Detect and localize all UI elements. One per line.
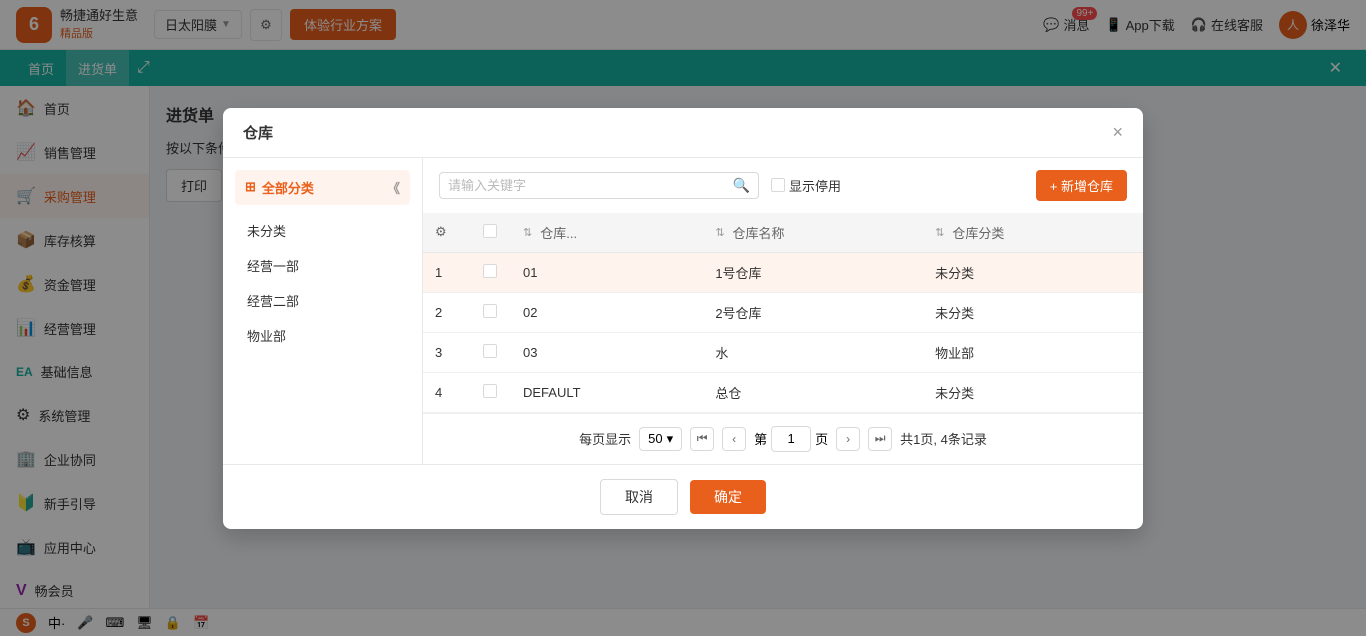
row-index: 2 bbox=[423, 292, 471, 332]
sort-name-icon[interactable]: ⇅ bbox=[715, 226, 724, 239]
show-disabled-checkbox[interactable] bbox=[771, 178, 785, 192]
row-category: 未分类 bbox=[923, 252, 1143, 292]
table-row[interactable]: 2 02 2号仓库 未分类 bbox=[423, 292, 1143, 332]
page-number-input[interactable] bbox=[771, 426, 811, 452]
row-checkbox-cell[interactable] bbox=[471, 332, 511, 372]
category-item-dept1[interactable]: 经营一部 bbox=[235, 248, 410, 283]
last-page-button[interactable]: ⏭ bbox=[868, 427, 892, 451]
col-category: ⇅ 仓库分类 bbox=[923, 213, 1143, 253]
first-page-button[interactable]: ⏮ bbox=[690, 427, 714, 451]
row-category: 未分类 bbox=[923, 292, 1143, 332]
all-category-item[interactable]: ⊞ 全部分类 《 bbox=[235, 170, 410, 205]
row-code: DEFAULT bbox=[511, 372, 703, 412]
col-name: ⇅ 仓库名称 bbox=[703, 213, 923, 253]
add-warehouse-button[interactable]: + 新增仓库 bbox=[1036, 170, 1127, 201]
select-all-checkbox[interactable] bbox=[483, 224, 497, 238]
search-input[interactable] bbox=[448, 178, 733, 193]
page-input-area: 第 页 bbox=[754, 426, 828, 452]
modal-overlay: 仓库 × ⊞ 全部分类 《 未分类 经营一部 经营二部 bbox=[0, 0, 1366, 636]
collapse-icon[interactable]: 《 bbox=[387, 178, 400, 197]
modal-body: ⊞ 全部分类 《 未分类 经营一部 经营二部 物业部 bbox=[223, 158, 1143, 464]
modal-header: 仓库 × bbox=[223, 108, 1143, 158]
col-checkbox bbox=[471, 213, 511, 253]
table-toolbar: 🔍 显示停用 + 新增仓库 bbox=[423, 158, 1143, 213]
row-index: 1 bbox=[423, 252, 471, 292]
sort-category-icon[interactable]: ⇅ bbox=[935, 226, 944, 239]
per-page-select[interactable]: 50 ▾ bbox=[639, 427, 682, 451]
warehouse-modal: 仓库 × ⊞ 全部分类 《 未分类 经营一部 经营二部 bbox=[223, 108, 1143, 529]
row-checkbox-cell[interactable] bbox=[471, 292, 511, 332]
modal-footer: 取消 确定 bbox=[223, 464, 1143, 529]
table-panel: 🔍 显示停用 + 新增仓库 ⚙ bbox=[423, 158, 1143, 464]
all-category-label: 全部分类 bbox=[262, 178, 314, 197]
pagination: 每页显示 50 ▾ ⏮ ‹ 第 页 › ⏭ 共1页, 4条记录 bbox=[423, 413, 1143, 464]
row-index: 4 bbox=[423, 372, 471, 412]
row-checkbox[interactable] bbox=[483, 264, 497, 278]
show-disabled-label: 显示停用 bbox=[789, 176, 841, 195]
row-checkbox-cell[interactable] bbox=[471, 372, 511, 412]
search-box: 🔍 bbox=[439, 172, 759, 199]
row-code: 02 bbox=[511, 292, 703, 332]
row-name: 水 bbox=[703, 332, 923, 372]
modal-close-button[interactable]: × bbox=[1112, 122, 1123, 143]
page-suffix-text: 页 bbox=[815, 429, 828, 448]
row-category: 物业部 bbox=[923, 332, 1143, 372]
row-checkbox[interactable] bbox=[483, 384, 497, 398]
table-row[interactable]: 1 01 1号仓库 未分类 bbox=[423, 252, 1143, 292]
row-code: 03 bbox=[511, 332, 703, 372]
search-icon[interactable]: 🔍 bbox=[733, 177, 750, 194]
show-disabled-option[interactable]: 显示停用 bbox=[771, 176, 841, 195]
row-checkbox[interactable] bbox=[483, 344, 497, 358]
confirm-button[interactable]: 确定 bbox=[690, 480, 766, 514]
next-page-button[interactable]: › bbox=[836, 427, 860, 451]
modal-title: 仓库 bbox=[243, 122, 273, 143]
category-item-property[interactable]: 物业部 bbox=[235, 318, 410, 353]
row-checkbox[interactable] bbox=[483, 304, 497, 318]
settings-col-icon: ⚙ bbox=[435, 224, 447, 239]
warehouse-table: ⚙ ⇅ 仓库... bbox=[423, 213, 1143, 413]
row-code: 01 bbox=[511, 252, 703, 292]
row-name: 1号仓库 bbox=[703, 252, 923, 292]
row-checkbox-cell[interactable] bbox=[471, 252, 511, 292]
col-category-label: 仓库分类 bbox=[952, 223, 1004, 242]
category-panel: ⊞ 全部分类 《 未分类 经营一部 经营二部 物业部 bbox=[223, 158, 423, 464]
table-row[interactable]: 4 DEFAULT 总仓 未分类 bbox=[423, 372, 1143, 412]
col-code: ⇅ 仓库... bbox=[511, 213, 703, 253]
col-settings: ⚙ bbox=[423, 213, 471, 253]
per-page-value: 50 bbox=[648, 431, 662, 446]
sort-code-icon[interactable]: ⇅ bbox=[523, 226, 532, 239]
col-name-label: 仓库名称 bbox=[733, 223, 785, 242]
cancel-button[interactable]: 取消 bbox=[600, 479, 678, 515]
row-name: 总仓 bbox=[703, 372, 923, 412]
page-total-info: 共1页, 4条记录 bbox=[900, 429, 987, 448]
col-code-label: 仓库... bbox=[540, 223, 577, 242]
per-page-label: 每页显示 bbox=[579, 429, 631, 448]
row-category: 未分类 bbox=[923, 372, 1143, 412]
prev-page-button[interactable]: ‹ bbox=[722, 427, 746, 451]
row-index: 3 bbox=[423, 332, 471, 372]
page-label-text: 第 bbox=[754, 429, 767, 448]
category-item-dept2[interactable]: 经营二部 bbox=[235, 283, 410, 318]
per-page-dropdown-icon: ▾ bbox=[667, 431, 674, 447]
table-row[interactable]: 3 03 水 物业部 bbox=[423, 332, 1143, 372]
grid-icon: ⊞ bbox=[245, 179, 256, 195]
category-item-unclassified[interactable]: 未分类 bbox=[235, 213, 410, 248]
row-name: 2号仓库 bbox=[703, 292, 923, 332]
table-header-row: ⚙ ⇅ 仓库... bbox=[423, 213, 1143, 253]
